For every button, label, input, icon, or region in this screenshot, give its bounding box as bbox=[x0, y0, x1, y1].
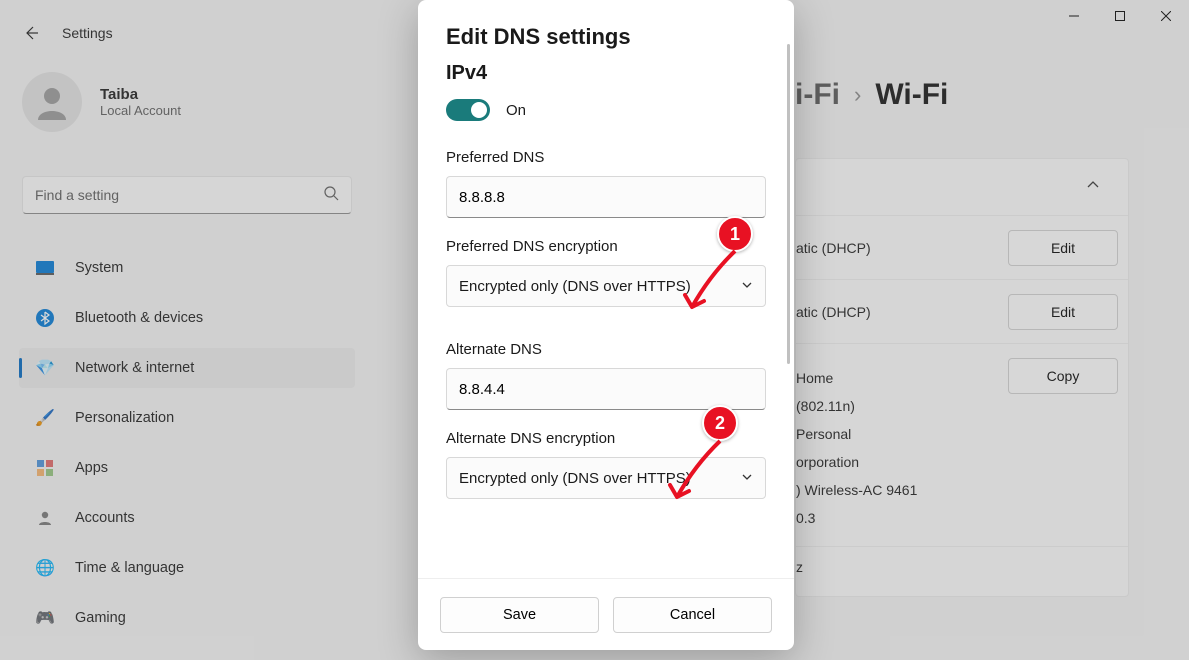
preferred-dns-input[interactable] bbox=[446, 176, 766, 218]
ipv4-toggle[interactable] bbox=[446, 99, 490, 121]
callout-2: 2 bbox=[702, 405, 738, 441]
alternate-dns-label: Alternate DNS bbox=[446, 341, 766, 358]
preferred-dns-encryption-select[interactable]: Encrypted only (DNS over HTTPS) bbox=[446, 265, 766, 307]
chevron-down-icon bbox=[741, 278, 753, 295]
save-button[interactable]: Save bbox=[440, 597, 599, 633]
callout-1: 1 bbox=[717, 216, 753, 252]
scrollbar[interactable] bbox=[787, 44, 790, 364]
cancel-button[interactable]: Cancel bbox=[613, 597, 772, 633]
toggle-label: On bbox=[506, 102, 526, 119]
alternate-dns-encryption-select[interactable]: Encrypted only (DNS over HTTPS) bbox=[446, 457, 766, 499]
chevron-down-icon bbox=[741, 470, 753, 487]
dialog-title: Edit DNS settings bbox=[446, 24, 766, 50]
alternate-dns-input[interactable] bbox=[446, 368, 766, 410]
preferred-dns-label: Preferred DNS bbox=[446, 149, 766, 166]
dns-settings-dialog: Edit DNS settings IPv4 On Preferred DNS … bbox=[418, 0, 794, 650]
select-value: Encrypted only (DNS over HTTPS) bbox=[459, 470, 691, 487]
select-value: Encrypted only (DNS over HTTPS) bbox=[459, 278, 691, 295]
dialog-subtitle: IPv4 bbox=[446, 62, 766, 85]
